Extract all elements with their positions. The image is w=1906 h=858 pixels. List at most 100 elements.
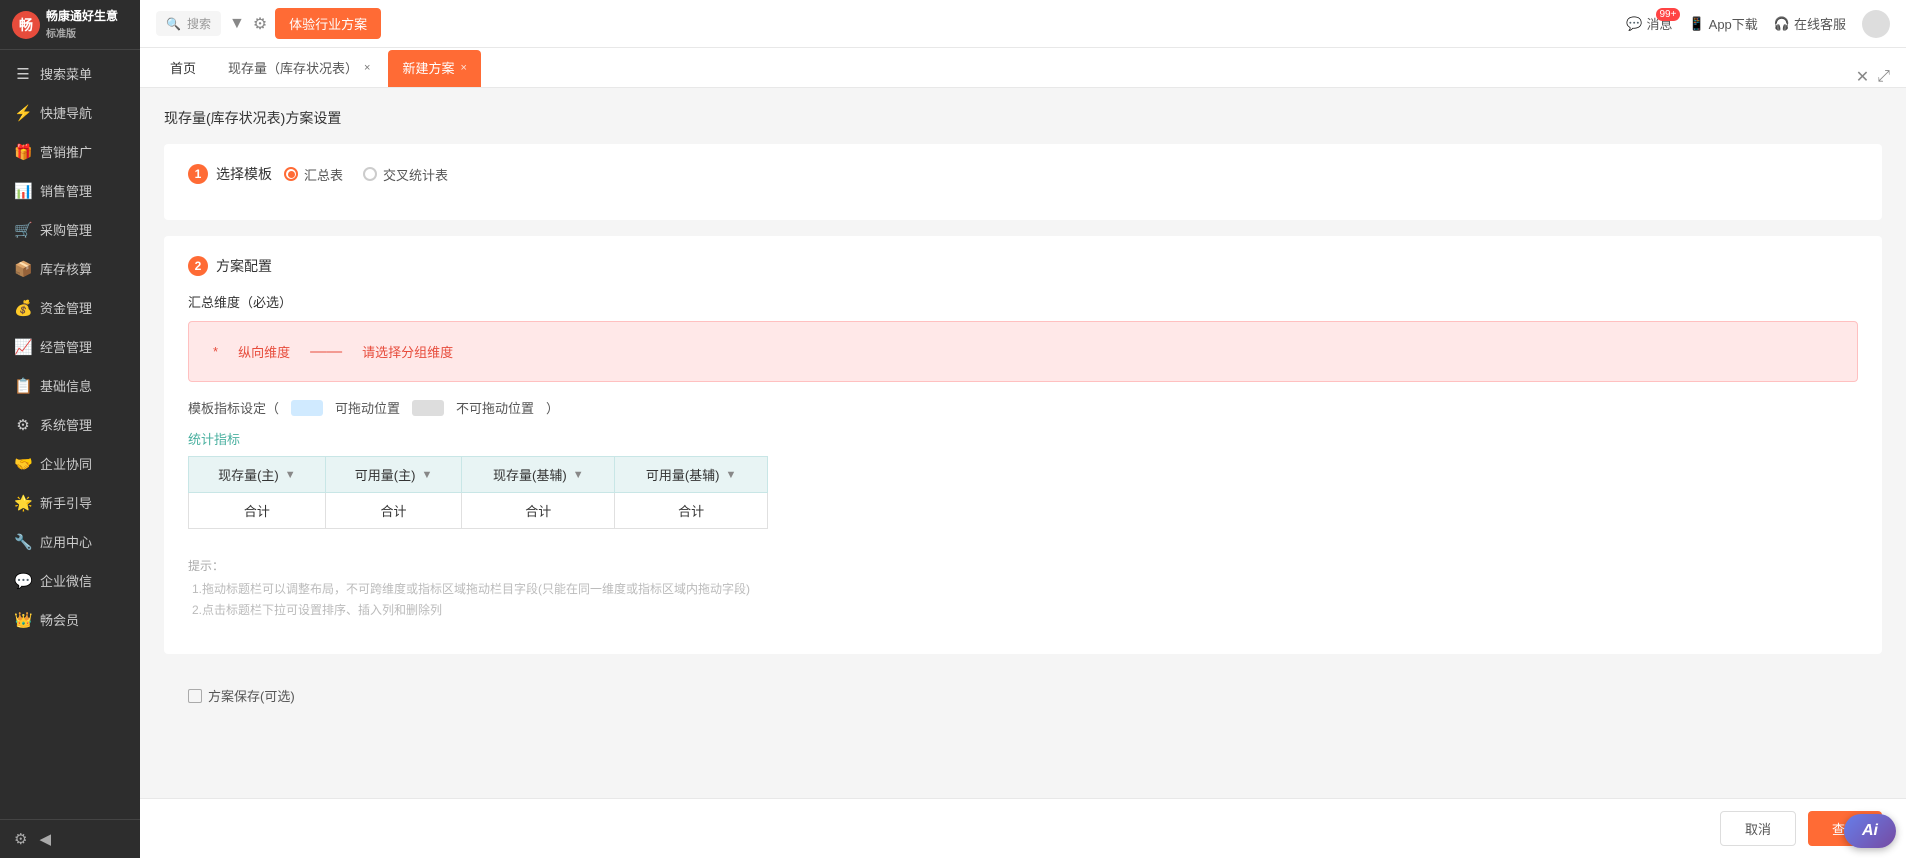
non-draggable-label: 不可拖动位置 [456,398,534,417]
sidebar-item-newbie[interactable]: 🌟 新手引导 [0,483,140,522]
logo-text-block: 畅康通好生意 标准版 [46,9,118,40]
section1-number: 1 [188,164,208,184]
sidebar-label-search: 搜索菜单 [40,64,92,83]
inventory-icon: 📦 [14,260,32,278]
sidebar-footer: ⚙ ◀ [0,819,140,858]
dimension-label: 纵向维度 [238,342,290,361]
sidebar-item-collab[interactable]: 🤝 企业协同 [0,444,140,483]
section1-card: 1 选择模板 汇总表 交叉统计表 [164,144,1882,220]
col-1-chevron: ▼ [421,469,432,481]
sidebar-item-sales[interactable]: 📊 销售管理 [0,171,140,210]
col-0-label: 现存量(主) [218,465,279,484]
user-avatar[interactable] [1862,10,1890,38]
section2-title: 方案配置 [216,256,272,276]
main-area: 🔍 搜索 ▼ ⚙ 体验行业方案 💬 消息 99+ 📱 App下载 🎧 在线客服 [140,0,1906,858]
action-bar: 取消 查询 [140,798,1906,858]
summary-radio-circle [284,167,298,181]
save-plan-checkbox[interactable]: 方案保存(可选) [188,686,295,705]
section2-number: 2 [188,256,208,276]
summary-label: 汇总表 [304,165,343,184]
message-icon: 💬 [1626,16,1642,32]
sidebar-label-management: 经营管理 [40,337,92,356]
dimension-row[interactable]: * 纵向维度 —— 请选择分组维度 [188,321,1858,382]
cancel-button[interactable]: 取消 [1720,811,1796,846]
tips-item-1: 2.点击标题栏下拉可设置排序、插入列和删除列 [188,601,1858,618]
table-row: 合计 合计 合计 合计 [189,493,768,529]
settings-icon[interactable]: ⚙ [14,830,27,848]
messages-badge: 99+ [1656,8,1681,21]
template-cross-option[interactable]: 交叉统计表 [363,165,448,184]
sidebar-item-finance[interactable]: 💰 资金管理 [0,288,140,327]
section2-card: 2 方案配置 汇总维度（必选） * 纵向维度 —— 请选择分组维度 模板指标设定… [164,236,1882,654]
member-icon: 👑 [14,611,32,629]
sidebar-item-member[interactable]: 👑 畅会员 [0,600,140,639]
sidebar-item-quicknav[interactable]: ⚡ 快捷导航 [0,93,140,132]
sidebar-item-appcenter[interactable]: 🔧 应用中心 [0,522,140,561]
sidebar-nav: ☰ 搜索菜单 ⚡ 快捷导航 🎁 营销推广 📊 销售管理 🛒 采购管理 📦 库存核… [0,50,140,819]
search-menu-icon: ☰ [14,65,32,83]
sales-icon: 📊 [14,182,32,200]
headset-icon: 🎧 [1774,16,1790,32]
app-version: 标准版 [46,25,118,40]
col-3-label: 可用量(基辅) [646,465,720,484]
sidebar-item-management[interactable]: 📈 经营管理 [0,327,140,366]
wxwork-icon: 💬 [14,572,32,590]
sidebar-label-inventory: 库存核算 [40,259,92,278]
sidebar: 畅 畅康通好生意 标准版 ☰ 搜索菜单 ⚡ 快捷导航 🎁 营销推广 📊 销售管理… [0,0,140,858]
sidebar-item-wxwork[interactable]: 💬 企业微信 [0,561,140,600]
messages-button[interactable]: 💬 消息 99+ [1626,14,1672,33]
content-footer: 方案保存(可选) [164,670,1882,721]
sidebar-item-search[interactable]: ☰ 搜索菜单 [0,54,140,93]
col-2-label: 现存量(基辅) [493,465,567,484]
management-icon: 📈 [14,338,32,356]
required-mark: * [213,344,218,359]
sidebar-item-basics[interactable]: 📋 基础信息 [0,366,140,405]
sidebar-label-system: 系统管理 [40,415,92,434]
sidebar-item-marketing[interactable]: 🎁 营销推广 [0,132,140,171]
tab-new-plan[interactable]: 新建方案 × [388,50,480,87]
collapse-icon[interactable]: ◀ [39,830,51,848]
logo-icon: 畅 [12,11,40,39]
dimension-dash: —— [310,343,342,361]
settings-gear-icon[interactable]: ⚙ [253,14,267,34]
sidebar-item-system[interactable]: ⚙ 系统管理 [0,405,140,444]
draggable-label: 可拖动位置 [335,398,400,417]
ai-floating-button[interactable]: Ai [1844,814,1896,848]
tab-expand-button[interactable]: ⤢ [1877,68,1890,86]
template-summary-option[interactable]: 汇总表 [284,165,343,184]
sidebar-label-appcenter: 应用中心 [40,532,92,551]
sidebar-label-member: 畅会员 [40,610,79,629]
customer-service-button[interactable]: 🎧 在线客服 [1774,14,1846,33]
sidebar-label-finance: 资金管理 [40,298,92,317]
col-header-1[interactable]: 可用量(主) ▼ [325,457,462,493]
tab-close-window-button[interactable]: ✕ [1856,67,1869,87]
topbar-left: 🔍 搜索 ▼ ⚙ 体验行业方案 [156,8,1614,39]
sidebar-label-purchase: 采购管理 [40,220,92,239]
marketing-icon: 🎁 [14,143,32,161]
sidebar-label-sales: 销售管理 [40,181,92,200]
sidebar-item-inventory[interactable]: 📦 库存核算 [0,249,140,288]
col-header-2[interactable]: 现存量(基辅) ▼ [462,457,615,493]
sidebar-item-purchase[interactable]: 🛒 采购管理 [0,210,140,249]
indicator-bracket: ） [546,398,559,417]
search-bar[interactable]: 🔍 搜索 [156,11,221,36]
app-download-button[interactable]: 📱 App下载 [1688,14,1757,33]
tab-new-plan-close-icon[interactable]: × [460,62,466,74]
sidebar-logo: 畅 畅康通好生意 标准版 [0,0,140,50]
save-checkbox-label: 方案保存(可选) [208,686,295,705]
tab-inventory-label: 现存量（库存状况表） [228,58,358,77]
tab-inventory-status[interactable]: 现存量（库存状况表） × [214,50,384,87]
tab-inventory-close-icon[interactable]: × [364,62,370,74]
search-icon: 🔍 [166,17,181,31]
industry-plan-button[interactable]: 体验行业方案 [275,8,381,39]
col-header-3[interactable]: 可用量(基辅) ▼ [615,457,768,493]
page-title: 现存量(库存状况表)方案设置 [164,108,1882,128]
indicator-setting: 模板指标设定（ 可拖动位置 不可拖动位置 ） [188,398,1858,417]
gear-icon[interactable]: ▼ [229,15,245,33]
tips-title: 提示： [188,557,1858,574]
col-2-chevron: ▼ [573,469,584,481]
col-header-0[interactable]: 现存量(主) ▼ [189,457,326,493]
tabs-right: ✕ ⤢ [1856,67,1890,87]
tab-home[interactable]: 首页 [156,50,210,87]
stats-section: 统计指标 现存量(主) ▼ [188,429,1858,529]
